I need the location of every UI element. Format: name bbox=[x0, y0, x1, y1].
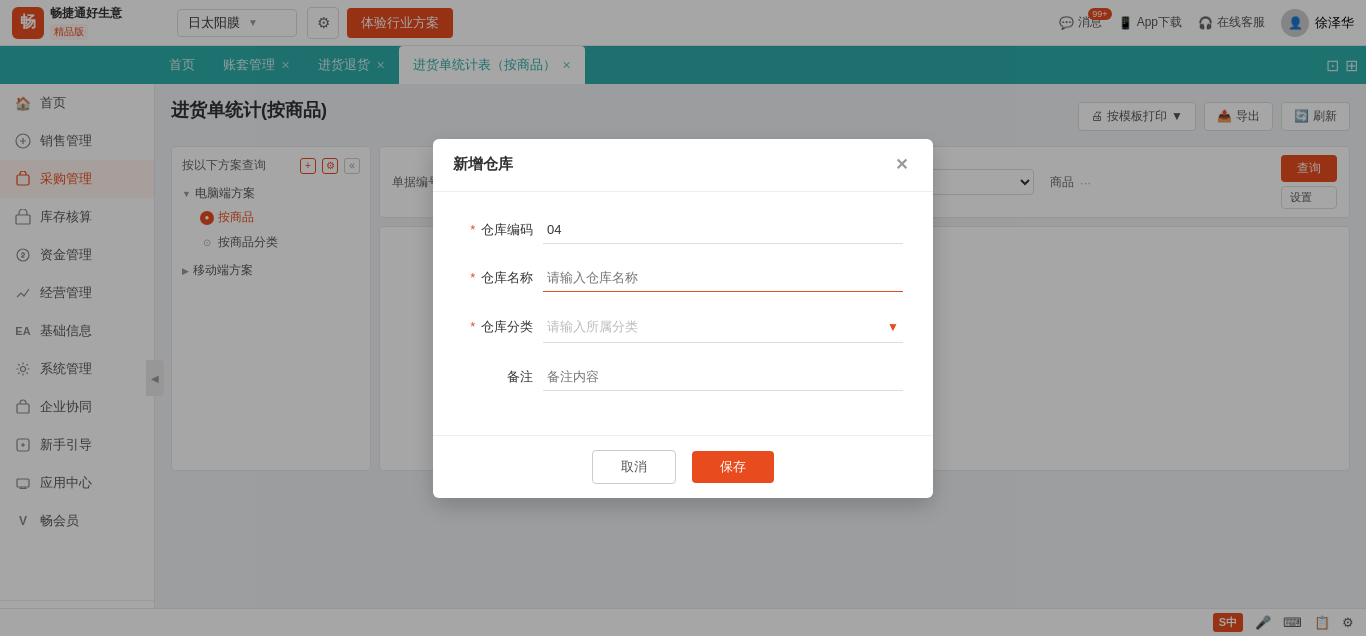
warehouse-category-row: * 仓库分类 请输入所属分类 ▼ bbox=[463, 312, 903, 343]
warehouse-name-row: * 仓库名称 bbox=[463, 264, 903, 292]
warehouse-name-input[interactable] bbox=[543, 264, 903, 292]
required-star-3: * bbox=[470, 319, 475, 334]
warehouse-note-label: 备注 bbox=[463, 368, 543, 386]
warehouse-name-label: * 仓库名称 bbox=[463, 269, 543, 287]
modal-header: 新增仓库 ✕ bbox=[433, 139, 933, 192]
modal-title: 新增仓库 bbox=[453, 155, 513, 174]
modal-body: * 仓库编码 * 仓库名称 * 仓库分类 请输入所属 bbox=[433, 192, 933, 435]
new-warehouse-modal: 新增仓库 ✕ * 仓库编码 * 仓库名称 bbox=[433, 139, 933, 498]
warehouse-category-label: * 仓库分类 bbox=[463, 318, 543, 336]
modal-close-button[interactable]: ✕ bbox=[889, 153, 913, 177]
category-dropdown-icon: ▼ bbox=[887, 320, 899, 334]
warehouse-note-row: 备注 bbox=[463, 363, 903, 391]
required-star: * bbox=[470, 222, 475, 237]
modal-footer: 取消 保存 bbox=[433, 435, 933, 498]
required-star-2: * bbox=[470, 270, 475, 285]
save-button[interactable]: 保存 bbox=[692, 451, 774, 483]
warehouse-code-row: * 仓库编码 bbox=[463, 216, 903, 244]
warehouse-category-select[interactable]: 请输入所属分类 ▼ bbox=[543, 312, 903, 343]
modal-overlay[interactable]: 新增仓库 ✕ * 仓库编码 * 仓库名称 bbox=[0, 0, 1366, 636]
warehouse-note-input[interactable] bbox=[543, 363, 903, 391]
category-placeholder: 请输入所属分类 bbox=[547, 318, 638, 336]
cancel-button[interactable]: 取消 bbox=[592, 450, 676, 484]
warehouse-code-label: * 仓库编码 bbox=[463, 221, 543, 239]
warehouse-code-input[interactable] bbox=[543, 216, 903, 244]
